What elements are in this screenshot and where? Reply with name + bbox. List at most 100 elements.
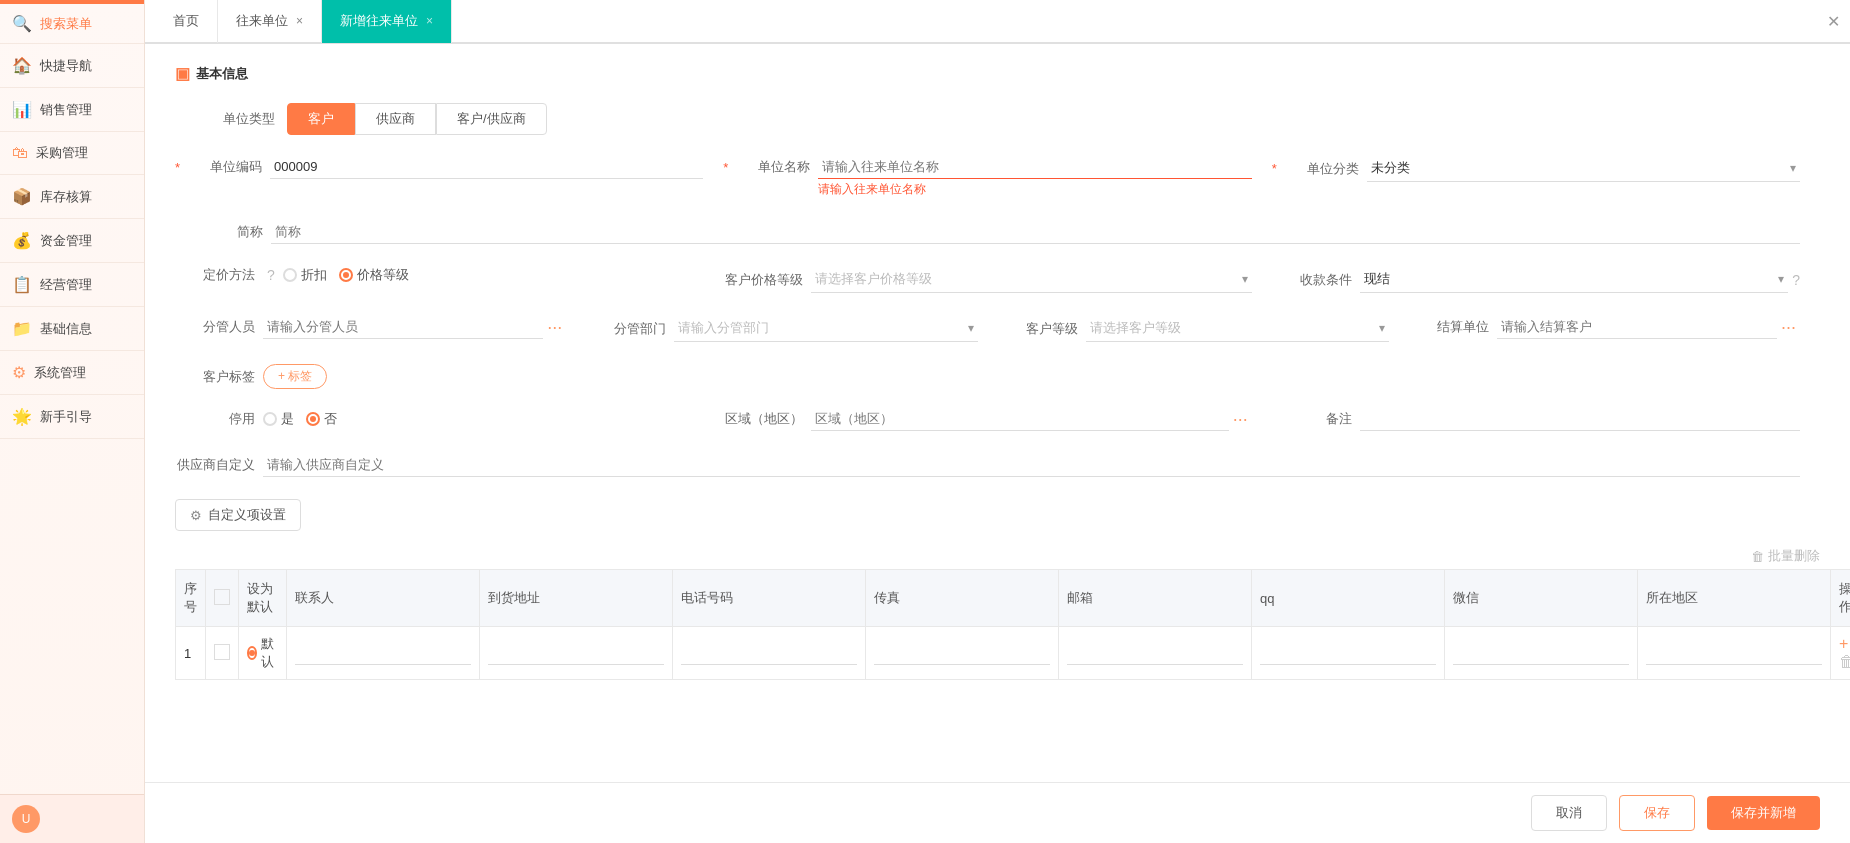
sidebar-item-purchase[interactable]: 🛍 采购管理 xyxy=(0,132,144,175)
sidebar-item-label: 销售管理 xyxy=(40,101,92,119)
tab-counterparty[interactable]: 往来单位 × xyxy=(218,0,322,43)
region-dots-button[interactable]: ··· xyxy=(1229,410,1252,428)
gear-icon: ⚙ xyxy=(190,508,202,523)
pricing-discount-option[interactable]: 折扣 xyxy=(283,266,327,284)
sidebar-item-system[interactable]: ⚙ 系统管理 xyxy=(0,351,144,395)
col-fax-header: 传真 xyxy=(866,570,1059,627)
manager-dots-button[interactable]: ··· xyxy=(543,318,566,336)
select-all-checkbox[interactable] xyxy=(214,589,230,605)
sidebar-item-operations[interactable]: 📋 经营管理 xyxy=(0,263,144,307)
tab-home[interactable]: 首页 xyxy=(155,0,218,43)
batch-delete-label: 批量删除 xyxy=(1768,547,1820,565)
sidebar-item-guide[interactable]: 🌟 新手引导 xyxy=(0,395,144,439)
tab-home-label: 首页 xyxy=(173,12,199,30)
row-wechat-cell xyxy=(1445,627,1638,680)
sidebar-item-sales[interactable]: 📊 销售管理 xyxy=(0,88,144,132)
purchase-icon: 🛍 xyxy=(12,144,28,162)
form-row-4: 分管人员 ··· 分管部门 请输入分管部门 ▾ 客户等级 请选择客户等级 ▾ 结… xyxy=(175,315,1820,346)
payment-terms-select[interactable]: 现结 ▾ xyxy=(1360,266,1789,293)
tab-new-counterparty-close[interactable]: × xyxy=(426,14,433,28)
abbr-label: 简称 xyxy=(183,223,263,241)
category-select[interactable]: 未分类 ▾ xyxy=(1367,155,1800,182)
disable-label: 停用 xyxy=(175,410,255,428)
tab-counterparty-close[interactable]: × xyxy=(296,14,303,28)
row-phone-input[interactable] xyxy=(681,641,857,665)
customer-price-level-select[interactable]: 请选择客户价格等级 ▾ xyxy=(811,266,1251,293)
remark-input[interactable] xyxy=(1360,407,1800,431)
disable-no-radio[interactable] xyxy=(306,412,320,426)
row-email-input[interactable] xyxy=(1067,641,1243,665)
col-qq-header: qq xyxy=(1252,570,1445,627)
batch-delete-button[interactable]: 🗑 批量删除 xyxy=(1751,547,1820,565)
region-input[interactable] xyxy=(811,407,1228,431)
department-arrow: ▾ xyxy=(968,321,974,335)
unit-type-supplier-button[interactable]: 供应商 xyxy=(355,103,436,135)
disable-yes-radio[interactable] xyxy=(263,412,277,426)
close-all-tabs-button[interactable]: ✕ xyxy=(1827,12,1840,31)
sidebar-item-label: 库存核算 xyxy=(40,188,92,206)
row-wechat-input[interactable] xyxy=(1453,641,1629,665)
pricing-discount-radio[interactable] xyxy=(283,268,297,282)
section-basic-info: ▣ 基本信息 xyxy=(175,64,1820,83)
row-fax-input[interactable] xyxy=(874,641,1050,665)
finance-icon: 💰 xyxy=(12,231,32,250)
disable-no-option[interactable]: 否 xyxy=(306,410,337,428)
customer-level-field: 客户等级 请选择客户等级 ▾ xyxy=(998,315,1389,342)
col-wechat-header: 微信 xyxy=(1445,570,1638,627)
row-checkbox[interactable] xyxy=(214,644,230,660)
col-default-header: 设为默认 xyxy=(239,570,287,627)
custom-settings-button[interactable]: ⚙ 自定义项设置 xyxy=(175,499,301,531)
pricing-level-label: 价格等级 xyxy=(357,266,409,284)
sidebar-item-basic-info[interactable]: 📁 基础信息 xyxy=(0,307,144,351)
name-input[interactable] xyxy=(818,155,1251,179)
add-row-button[interactable]: + xyxy=(1839,635,1848,652)
save-button[interactable]: 保存 xyxy=(1619,795,1695,831)
sidebar-item-inventory[interactable]: 📦 库存核算 xyxy=(0,175,144,219)
settlement-unit-dots-button[interactable]: ··· xyxy=(1777,318,1800,336)
sidebar-item-label: 基础信息 xyxy=(40,320,92,338)
save-and-new-button[interactable]: 保存并新增 xyxy=(1707,796,1820,830)
customer-price-level-field: 客户价格等级 请选择客户价格等级 ▾ xyxy=(723,266,1251,293)
pricing-level-option[interactable]: 价格等级 xyxy=(339,266,409,284)
row-contact-input[interactable] xyxy=(295,641,471,665)
pricing-help-icon[interactable]: ? xyxy=(267,267,275,283)
row-qq-input[interactable] xyxy=(1260,641,1436,665)
disable-yes-option[interactable]: 是 xyxy=(263,410,294,428)
manager-input[interactable] xyxy=(263,315,543,339)
unit-type-both-button[interactable]: 客户/供应商 xyxy=(436,103,547,135)
abbr-input[interactable] xyxy=(271,220,1800,244)
row-region-input[interactable] xyxy=(1646,641,1822,665)
sidebar-item-finance[interactable]: 💰 资金管理 xyxy=(0,219,144,263)
pricing-level-radio[interactable] xyxy=(339,268,353,282)
delete-row-button[interactable]: 🗑 xyxy=(1839,653,1850,670)
settlement-unit-label: 结算单位 xyxy=(1409,318,1489,336)
row-region-cell xyxy=(1638,627,1831,680)
form-row-3: 定价方法 ? 折扣 价格等级 客户价格等级 请选择客户价格等级 xyxy=(175,266,1820,297)
code-label: 单位编码 xyxy=(182,158,262,176)
sidebar-item-label: 资金管理 xyxy=(40,232,92,250)
tab-new-counterparty[interactable]: 新增往来单位 × xyxy=(322,0,452,43)
supplier-custom-input[interactable] xyxy=(263,453,1800,477)
tab-bar: 首页 往来单位 × 新增往来单位 × ✕ xyxy=(145,0,1850,44)
row-default-radio[interactable] xyxy=(247,646,257,660)
pricing-discount-label: 折扣 xyxy=(301,266,327,284)
cancel-button[interactable]: 取消 xyxy=(1531,795,1607,831)
add-tag-button[interactable]: + 标签 xyxy=(263,364,327,389)
col-seq-header: 序号 xyxy=(176,570,206,627)
unit-type-customer-button[interactable]: 客户 xyxy=(287,103,355,135)
department-select[interactable]: 请输入分管部门 ▾ xyxy=(674,315,977,342)
pricing-label: 定价方法 xyxy=(175,266,255,284)
search-menu-item[interactable]: 🔍 搜索菜单 xyxy=(0,4,144,44)
code-input[interactable] xyxy=(270,155,703,179)
abbr-field: 简称 xyxy=(175,220,1800,244)
tags-row: 客户标签 + 标签 xyxy=(175,364,1820,389)
row-default-radio-option[interactable]: 默认 xyxy=(247,635,278,671)
code-required-star: * xyxy=(175,160,180,175)
search-menu-label: 搜索菜单 xyxy=(40,15,92,33)
settlement-unit-input[interactable] xyxy=(1497,315,1777,339)
row-address-input[interactable] xyxy=(488,641,664,665)
customer-level-select[interactable]: 请选择客户等级 ▾ xyxy=(1086,315,1389,342)
sidebar-item-quick-nav[interactable]: 🏠 快捷导航 xyxy=(0,44,144,88)
remark-field: 备注 xyxy=(1272,407,1800,431)
payment-terms-help-icon[interactable]: ? xyxy=(1792,272,1800,288)
